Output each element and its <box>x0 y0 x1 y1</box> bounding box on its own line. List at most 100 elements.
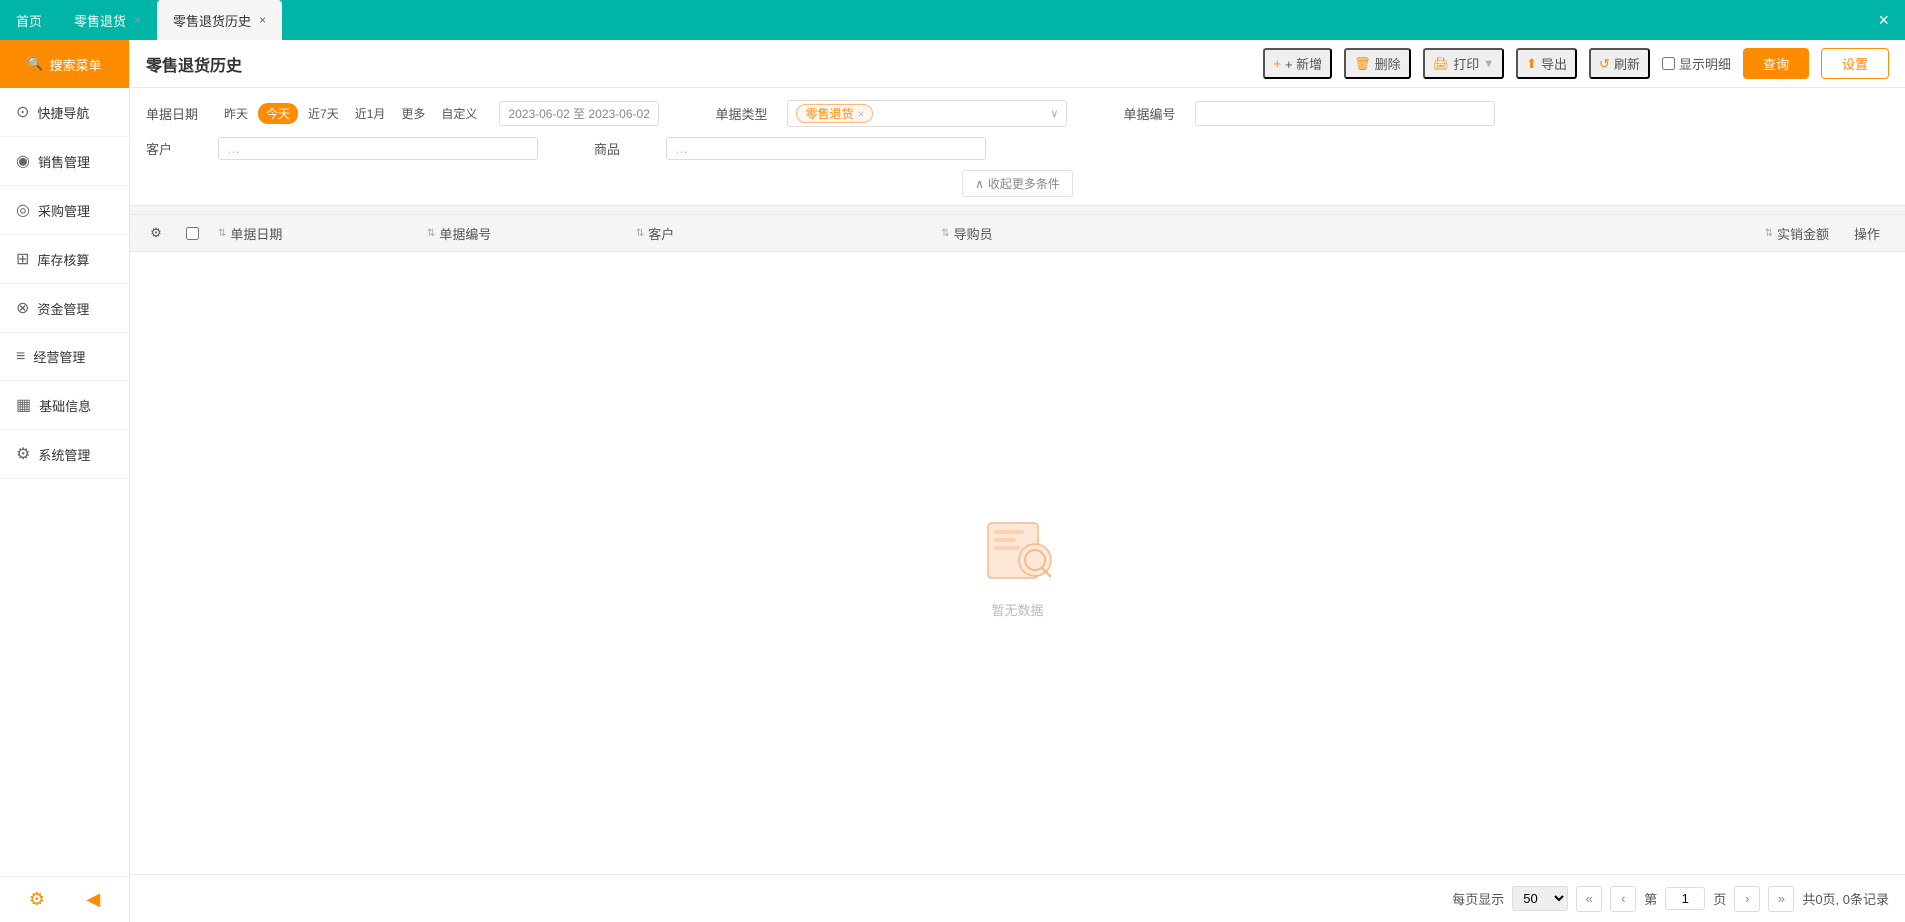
next-page-button[interactable]: › <box>1734 886 1760 912</box>
query-button[interactable]: 查询 <box>1743 48 1809 79</box>
tab-retail-return-history[interactable]: 零售退货历史 × <box>157 0 282 40</box>
quick-nav-icon: ⊙ <box>16 102 29 122</box>
sidebar-item-system[interactable]: ⚙ 系统管理 <box>0 430 129 479</box>
next-page-icon: › <box>1745 891 1749 906</box>
sidebar-bottom: ⚙ ◀ <box>0 876 129 922</box>
tab-close-retail-return-history[interactable]: × <box>259 13 266 27</box>
table-header: ⚙ ⇅ 单据日期 ⇅ 单据编号 ⇅ 客户 ⇅ <box>130 214 1905 252</box>
sidebar-item-purchase[interactable]: ◎ 采购管理 <box>0 186 129 235</box>
sidebar-item-quick-nav[interactable]: ⊙ 快捷导航 <box>0 88 129 137</box>
export-icon: ⬆ <box>1526 56 1537 72</box>
inventory-icon: ⊞ <box>16 249 29 269</box>
date-opt-today[interactable]: 今天 <box>258 103 298 124</box>
col-bill-no-header[interactable]: ⇅ 单据编号 <box>419 224 628 243</box>
sidebar-item-operation[interactable]: ≡ 经营管理 <box>0 333 129 381</box>
purchase-icon: ◎ <box>16 200 30 220</box>
bill-no-label: 单据编号 <box>1123 104 1179 123</box>
sort-date-icon: ⇅ <box>218 228 226 239</box>
display-detail-checkbox[interactable] <box>1662 57 1675 70</box>
collapse-row: ∧ 收起更多条件 <box>146 170 1889 197</box>
basic-info-icon: ▦ <box>16 395 31 415</box>
page-unit: 页 <box>1713 889 1726 908</box>
collapse-icon: ∧ <box>975 177 984 191</box>
type-label: 单据类型 <box>715 104 771 123</box>
tab-retail-return[interactable]: 零售退货 × <box>58 0 157 40</box>
date-opt-custom[interactable]: 自定义 <box>435 103 483 124</box>
sidebar-item-finance[interactable]: ⊗ 资金管理 <box>0 284 129 333</box>
page-header: 零售退货历史 + + 新增 🗑 删除 🖨 打印 ▼ ⬆ 导出 <box>130 40 1905 88</box>
sidebar-search[interactable]: 🔍 搜索菜单 <box>0 40 129 88</box>
per-page-label: 每页显示 <box>1452 889 1504 908</box>
page-input[interactable] <box>1665 887 1705 910</box>
sidebar-item-sales[interactable]: ◉ 销售管理 <box>0 137 129 186</box>
date-opt-7days[interactable]: 近7天 <box>302 103 345 124</box>
system-icon: ⚙ <box>16 444 30 464</box>
date-opt-1month[interactable]: 近1月 <box>349 103 392 124</box>
prev-page-button[interactable]: ‹ <box>1610 886 1636 912</box>
select-all-checkbox[interactable] <box>186 227 199 240</box>
date-range-input[interactable]: 2023-06-02 至 2023-06-02 <box>499 101 659 126</box>
print-arrow-icon: ▼ <box>1483 58 1494 70</box>
export-button[interactable]: ⬆ 导出 <box>1516 48 1577 79</box>
customer-placeholder: … <box>227 141 240 156</box>
last-page-icon: » <box>1778 891 1785 906</box>
main-layout: 🔍 搜索菜单 ⊙ 快捷导航 ◉ 销售管理 ◎ 采购管理 ⊞ 库存核算 ⊗ 资金管… <box>0 40 1905 922</box>
add-button[interactable]: + + 新增 <box>1263 48 1332 79</box>
delete-icon: 🗑 <box>1354 56 1371 72</box>
operation-icon: ≡ <box>16 348 25 366</box>
goods-placeholder: … <box>675 141 688 156</box>
empty-state: 暂无数据 <box>130 252 1905 874</box>
page-label: 第 <box>1644 889 1657 908</box>
filter-row-2: 客户 … 商品 … <box>146 137 1889 160</box>
filter-row-1: 单据日期 昨天 今天 近7天 近1月 更多 自定义 2023-06-02 至 2… <box>146 100 1889 127</box>
pagination: 每页显示 50 10 20 100 « ‹ 第 页 › » 共0页, 0条记录 <box>130 874 1905 922</box>
col-settings-header[interactable]: ⚙ <box>138 225 174 241</box>
date-opt-yesterday[interactable]: 昨天 <box>218 103 254 124</box>
date-opt-more[interactable]: 更多 <box>395 103 431 124</box>
date-options: 昨天 今天 近7天 近1月 更多 自定义 <box>218 103 483 124</box>
col-amount-header[interactable]: ⇅ 实销金额 <box>1737 224 1837 243</box>
type-select[interactable]: 零售退货 × ∨ <box>787 100 1067 127</box>
tab-close-retail-return[interactable]: × <box>134 13 141 27</box>
settings-bottom-icon[interactable]: ⚙ <box>29 889 45 910</box>
collapse-sidebar-icon[interactable]: ◀ <box>86 889 100 910</box>
goods-select[interactable]: … <box>666 137 986 160</box>
col-checkbox-header[interactable] <box>174 227 210 240</box>
add-icon: + <box>1273 56 1281 71</box>
sales-icon: ◉ <box>16 151 30 171</box>
collapse-button[interactable]: ∧ 收起更多条件 <box>962 170 1073 197</box>
sidebar-item-basic-info[interactable]: ▦ 基础信息 <box>0 381 129 430</box>
page-title: 零售退货历史 <box>146 52 1263 76</box>
last-page-button[interactable]: » <box>1768 886 1794 912</box>
display-detail-toggle: 显示明细 <box>1662 54 1731 73</box>
sort-guide-icon: ⇅ <box>941 228 949 239</box>
print-button[interactable]: 🖨 打印 ▼ <box>1423 48 1504 79</box>
first-page-button[interactable]: « <box>1576 886 1602 912</box>
col-date-header[interactable]: ⇅ 单据日期 <box>210 224 419 243</box>
settings-col-icon: ⚙ <box>150 225 162 241</box>
type-tag-close[interactable]: × <box>857 107 864 121</box>
sort-customer-icon: ⇅ <box>636 228 644 239</box>
sort-amount-icon: ⇅ <box>1765 228 1773 239</box>
customer-select[interactable]: … <box>218 137 538 160</box>
filter-area: 单据日期 昨天 今天 近7天 近1月 更多 自定义 2023-06-02 至 2… <box>130 88 1905 206</box>
header-actions: + + 新增 🗑 删除 🖨 打印 ▼ ⬆ 导出 ↺ <box>1263 48 1889 79</box>
setting-button[interactable]: 设置 <box>1821 48 1889 79</box>
refresh-button[interactable]: ↺ 刷新 <box>1589 48 1650 79</box>
bill-no-input[interactable] <box>1195 101 1495 126</box>
col-guide-header[interactable]: ⇅ 导购员 <box>933 224 1142 243</box>
sidebar: 🔍 搜索菜单 ⊙ 快捷导航 ◉ 销售管理 ◎ 采购管理 ⊞ 库存核算 ⊗ 资金管… <box>0 40 130 922</box>
sort-bill-icon: ⇅ <box>427 228 435 239</box>
empty-image <box>978 508 1058 588</box>
delete-button[interactable]: 🗑 删除 <box>1344 48 1411 79</box>
print-icon: 🖨 <box>1433 56 1450 72</box>
total-label: 共0页, 0条记录 <box>1802 889 1889 908</box>
window-close-button[interactable]: × <box>1878 10 1889 31</box>
top-tab-bar: 首页 零售退货 × 零售退货历史 × × <box>0 0 1905 40</box>
sidebar-item-inventory[interactable]: ⊞ 库存核算 <box>0 235 129 284</box>
tab-home[interactable]: 首页 <box>0 0 58 40</box>
col-customer-header[interactable]: ⇅ 客户 <box>628 224 933 243</box>
per-page-select[interactable]: 50 10 20 100 <box>1512 886 1568 911</box>
type-tag: 零售退货 × <box>796 104 873 123</box>
col-action-header: 操作 <box>1837 224 1897 243</box>
